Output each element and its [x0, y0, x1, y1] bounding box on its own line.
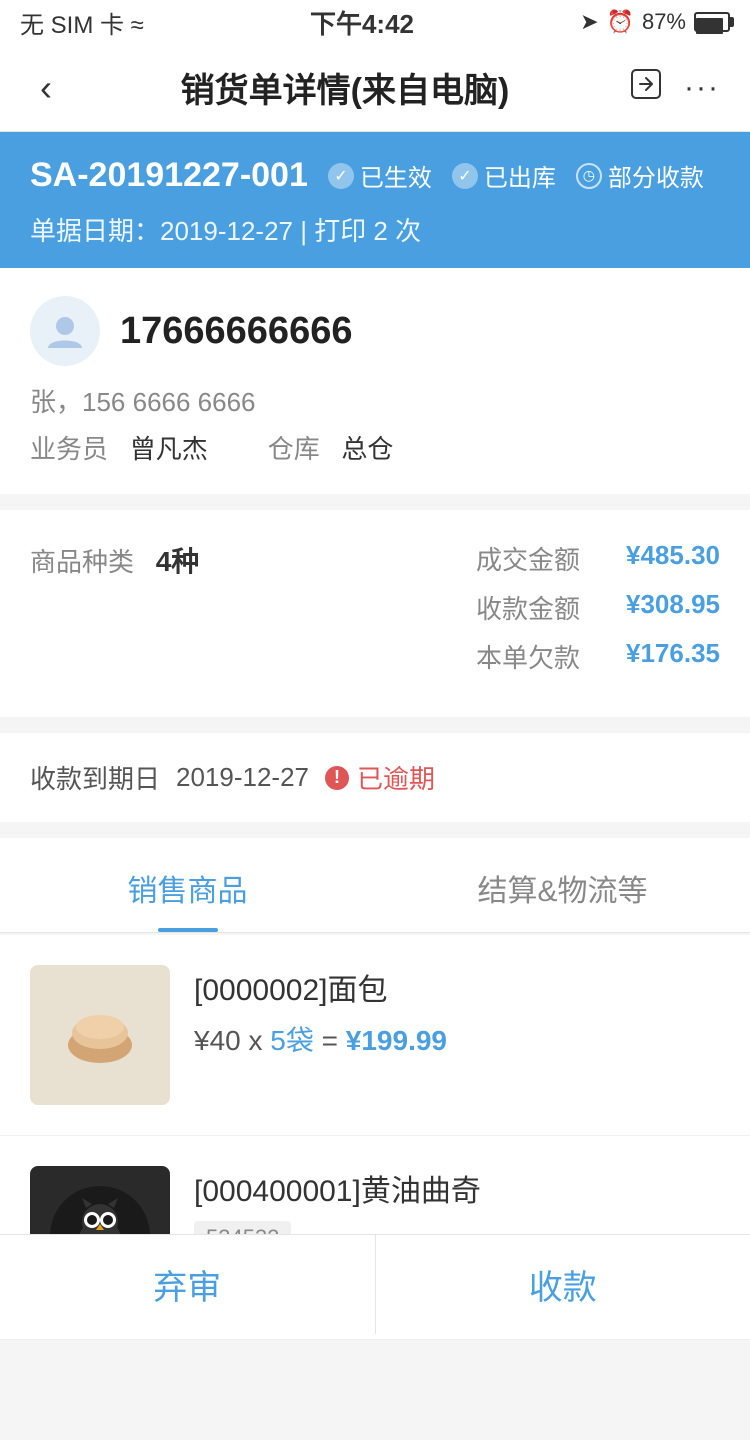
- more-button[interactable]: ···: [684, 71, 720, 105]
- order-header: SA-20191227-001 ✓ 已生效 ✓ 已出库 ◷ 部分收款 单据日期：…: [0, 132, 750, 268]
- battery-label: 87%: [642, 9, 686, 35]
- warehouse-label: 仓库: [268, 434, 320, 464]
- confirm-button[interactable]: 收款: [376, 1235, 750, 1334]
- check-effective-icon: ✓: [328, 163, 354, 189]
- overdue-icon: !: [325, 766, 349, 790]
- amount-value: ¥485.30: [600, 540, 720, 577]
- product-qty-1: 5袋: [270, 1025, 314, 1056]
- summary-amounts: 成交金额 ¥485.30 收款金额 ¥308.95 本单欠款 ¥176.35: [476, 540, 720, 687]
- overdue-badge: ! 已逾期: [325, 759, 435, 796]
- location-icon: ➤: [580, 9, 598, 35]
- nav-bar: ‹ 销货单详情(来自电脑) ···: [0, 44, 750, 132]
- collected-value: ¥308.95: [600, 589, 720, 626]
- tab-products[interactable]: 销售商品: [0, 838, 375, 932]
- back-button[interactable]: ‹: [30, 57, 62, 119]
- clock-icon: ◷: [576, 163, 602, 189]
- product-total-1: ¥199.99: [346, 1025, 447, 1056]
- debt-label: 本单欠款: [476, 638, 580, 675]
- types-value: 4种: [156, 546, 200, 577]
- agent-label: 业务员: [30, 434, 108, 464]
- product-item: [0000002]面包 ¥40 x 5袋 = ¥199.99: [0, 935, 750, 1136]
- tab-bar: 销售商品 结算&物流等: [0, 838, 750, 933]
- status-effective: ✓ 已生效: [328, 158, 432, 193]
- amount-label: 成交金额: [476, 540, 580, 577]
- alarm-icon: ⏰: [607, 9, 634, 35]
- customer-avatar: [30, 296, 100, 366]
- due-label: 收款到期日: [30, 759, 160, 796]
- battery-icon: [694, 12, 730, 32]
- customer-section: 17666666666 张，156 6666 6666 业务员 曾凡杰 仓库 总…: [0, 268, 750, 494]
- page-title: 销货单详情(来自电脑): [181, 63, 510, 112]
- product-name-1: [0000002]面包: [194, 965, 720, 1009]
- summary-section: 商品种类 4种 成交金额 ¥485.30 收款金额 ¥308.95 本单欠款 ¥…: [0, 510, 750, 717]
- tab-settlement[interactable]: 结算&物流等: [375, 838, 750, 932]
- product-price-1: ¥40 x 5袋 = ¥199.99: [194, 1019, 720, 1059]
- status-bar: 无 SIM 卡 ≈ 下午4:42 ➤ ⏰ 87%: [0, 0, 750, 44]
- customer-sub-info: 张，156 6666 6666: [30, 382, 720, 419]
- types-label: 商品种类: [30, 547, 134, 577]
- customer-phone: 17666666666: [120, 310, 352, 353]
- product-info-1: [0000002]面包 ¥40 x 5袋 = ¥199.99: [194, 965, 720, 1059]
- due-date-section: 收款到期日 2019-12-27 ! 已逾期: [0, 733, 750, 822]
- status-shipped: ✓ 已出库: [452, 158, 556, 193]
- bottom-bar: 弃审 收款: [0, 1234, 750, 1334]
- status-partial: ◷ 部分收款: [576, 158, 704, 193]
- warehouse-value: 总仓: [341, 434, 393, 464]
- due-date: 2019-12-27: [176, 762, 309, 793]
- cancel-button[interactable]: 弃审: [0, 1235, 376, 1334]
- nav-actions: ···: [628, 66, 720, 110]
- agent-value: 曾凡杰: [130, 434, 208, 464]
- customer-meta: 业务员 曾凡杰 仓库 总仓: [30, 429, 720, 466]
- sim-label: 无 SIM 卡 ≈: [20, 5, 144, 40]
- share-button[interactable]: [628, 66, 664, 110]
- debt-value: ¥176.35: [600, 638, 720, 675]
- status-time: 下午4:42: [310, 4, 414, 41]
- status-left: 无 SIM 卡 ≈: [20, 5, 144, 40]
- check-shipped-icon: ✓: [452, 163, 478, 189]
- collected-label: 收款金额: [476, 589, 580, 626]
- product-name-2: [000400001]黄油曲奇: [194, 1166, 720, 1210]
- overdue-label: 已逾期: [357, 759, 435, 796]
- product-image-1: [30, 965, 170, 1105]
- status-right: ➤ ⏰ 87%: [580, 9, 730, 35]
- order-id: SA-20191227-001: [30, 156, 308, 195]
- order-date: 单据日期：2019-12-27 | 打印 2 次: [30, 211, 720, 248]
